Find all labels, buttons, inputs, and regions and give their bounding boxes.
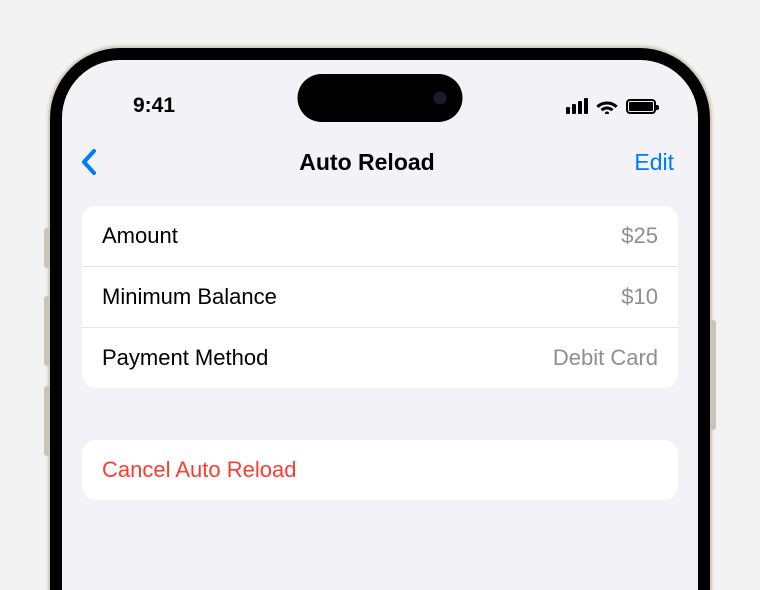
power-button xyxy=(710,320,716,430)
dynamic-island xyxy=(298,74,463,122)
minimum-balance-label: Minimum Balance xyxy=(102,284,277,310)
page-title: Auto Reload xyxy=(120,149,614,176)
minimum-balance-row[interactable]: Minimum Balance $10 xyxy=(82,266,678,327)
cellular-signal-icon xyxy=(566,98,588,114)
amount-label: Amount xyxy=(102,223,178,249)
amount-row[interactable]: Amount $25 xyxy=(82,206,678,266)
battery-icon xyxy=(626,99,656,114)
volume-down-button xyxy=(44,386,50,456)
payment-method-label: Payment Method xyxy=(102,345,268,371)
nav-bar: Auto Reload Edit xyxy=(62,130,698,194)
amount-value: $25 xyxy=(621,223,658,249)
phone-screen: 9:41 Auto Reload Edit Amount $25 Minim xyxy=(62,60,698,590)
status-time: 9:41 xyxy=(104,94,204,118)
chevron-left-icon xyxy=(80,148,98,176)
silence-switch xyxy=(44,228,50,268)
volume-up-button xyxy=(44,296,50,366)
payment-method-row[interactable]: Payment Method Debit Card xyxy=(82,327,678,388)
back-button[interactable] xyxy=(80,148,120,176)
content: Amount $25 Minimum Balance $10 Payment M… xyxy=(62,194,698,500)
minimum-balance-value: $10 xyxy=(621,284,658,310)
wifi-icon xyxy=(596,98,618,114)
phone-frame: 9:41 Auto Reload Edit Amount $25 Minim xyxy=(50,48,710,590)
settings-group: Amount $25 Minimum Balance $10 Payment M… xyxy=(82,206,678,388)
cancel-auto-reload-button[interactable]: Cancel Auto Reload xyxy=(82,440,678,500)
payment-method-value: Debit Card xyxy=(553,345,658,371)
edit-button[interactable]: Edit xyxy=(614,149,674,176)
